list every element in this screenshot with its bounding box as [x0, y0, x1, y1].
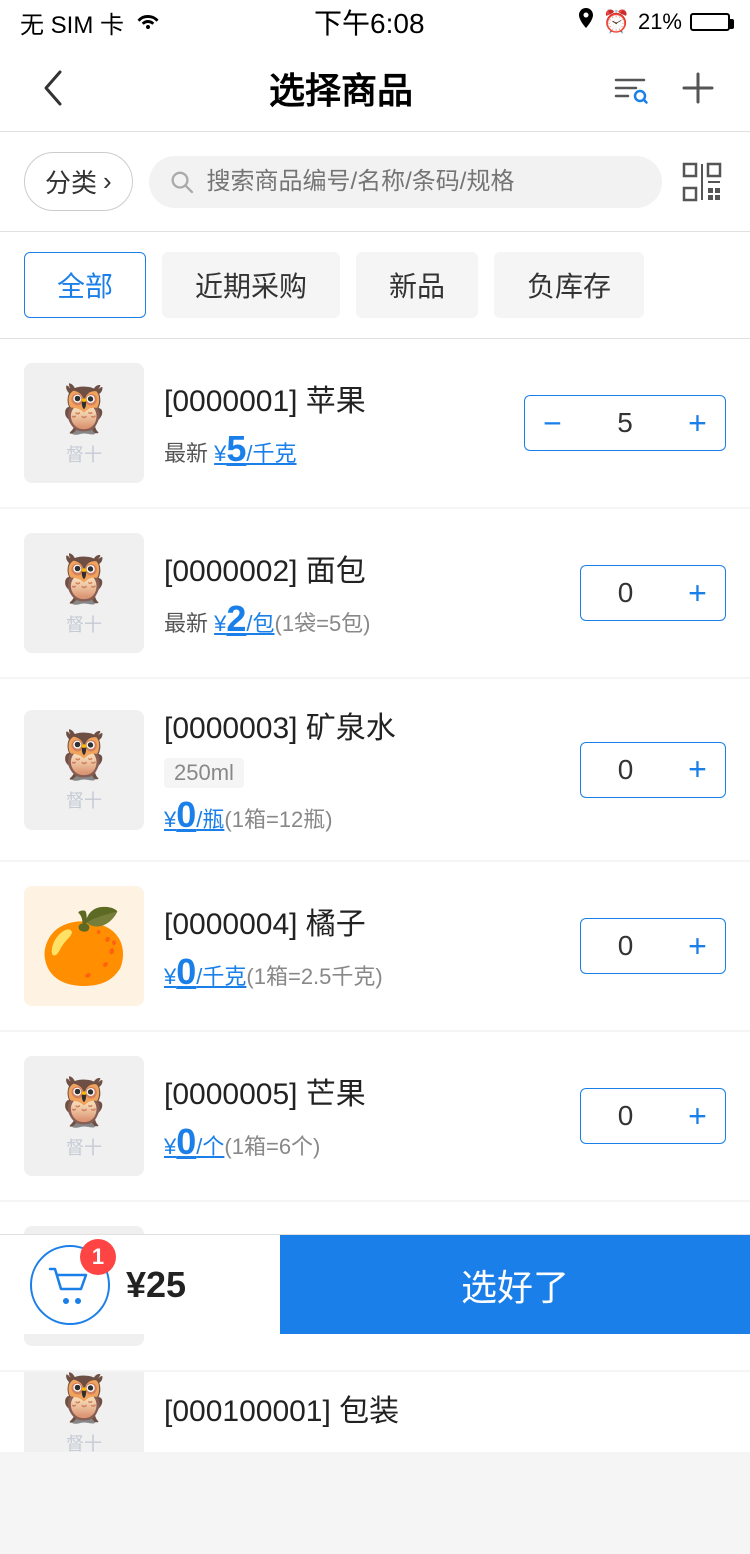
owl-text: 督十 — [66, 611, 102, 637]
confirm-button[interactable]: 选好了 — [280, 1235, 750, 1334]
product-controls-0000004: + — [580, 918, 726, 974]
carrier-text: 无 SIM 卡 — [20, 5, 124, 40]
product-name: [0000001] 苹果 — [164, 376, 504, 420]
search-input[interactable] — [206, 168, 642, 196]
product-price: ¥ 0 /瓶 (1箱=12瓶) — [164, 794, 560, 836]
product-image-000100001: 🦉 督十 — [24, 1372, 144, 1452]
bottom-bar: 1 ¥25 选好了 — [0, 1234, 750, 1334]
cart-badge: 1 — [80, 1239, 116, 1275]
status-bar: 无 SIM 卡 下午6:08 ⏰ 21% — [0, 0, 750, 44]
product-name: [0000003] 矿泉水 — [164, 703, 560, 747]
status-left: 无 SIM 卡 — [20, 5, 162, 40]
product-info-0000005: [0000005] 芒果 ¥ 0 /个 (1箱=6个) — [164, 1069, 560, 1163]
product-item-000100001: 🦉 督十 [000100001] 包装 — [0, 1372, 750, 1452]
tab-all[interactable]: 全部 — [24, 252, 146, 318]
qty-plus-button[interactable]: + — [670, 918, 726, 974]
product-image-0000004: 🍊 — [24, 886, 144, 1006]
owl-icon: 🦉 — [54, 726, 114, 783]
tab-new[interactable]: 新品 — [356, 252, 478, 318]
owl-icon: 🦉 — [54, 380, 114, 437]
qty-plus-button[interactable]: + — [670, 565, 726, 621]
product-image-0000002: 🦉 督十 — [24, 533, 144, 653]
product-image-0000001: 🦉 督十 — [24, 363, 144, 483]
product-controls-0000002: + — [580, 565, 726, 621]
page-title: 选择商品 — [269, 62, 413, 114]
product-spec: 250ml — [164, 758, 244, 788]
add-button[interactable] — [676, 66, 720, 110]
product-name: [000100001] 包装 — [164, 1386, 726, 1430]
qty-input[interactable] — [580, 1088, 670, 1144]
alarm-icon: ⏰ — [603, 9, 630, 35]
product-info-0000003: [0000003] 矿泉水 250ml ¥ 0 /瓶 (1箱=12瓶) — [164, 703, 560, 836]
location-icon — [577, 8, 595, 36]
product-controls-0000003: + — [580, 742, 726, 798]
category-chevron-icon: › — [103, 166, 112, 197]
battery-icon — [690, 13, 730, 31]
product-controls-0000001: − + — [524, 395, 726, 451]
product-name: [0000002] 面包 — [164, 546, 560, 590]
qty-plus-button[interactable]: + — [670, 1088, 726, 1144]
qty-input[interactable] — [580, 395, 670, 451]
status-time: 下午6:08 — [314, 2, 425, 42]
product-name: [0000004] 橘子 — [164, 899, 560, 943]
wifi-icon — [134, 8, 162, 36]
product-price: ¥ 0 /个 (1箱=6个) — [164, 1121, 560, 1163]
cart-section: 1 ¥25 — [0, 1245, 280, 1325]
product-price: ¥ 0 /千克 (1箱=2.5千克) — [164, 951, 560, 993]
tab-negative[interactable]: 负库存 — [494, 252, 644, 318]
product-item-0000001: 🦉 督十 [0000001] 苹果 最新 ¥ 5 /千克 − + — [0, 339, 750, 507]
filter-button[interactable] — [608, 66, 652, 110]
owl-text: 督十 — [66, 787, 102, 813]
status-right: ⏰ 21% — [577, 8, 730, 36]
scan-icon — [680, 160, 724, 204]
qty-input[interactable] — [580, 918, 670, 974]
product-info-000100001: [000100001] 包装 — [164, 1386, 726, 1438]
tab-recent[interactable]: 近期采购 — [162, 252, 340, 318]
product-info-0000002: [0000002] 面包 最新 ¥ 2 /包 (1袋=5包) — [164, 546, 560, 640]
owl-icon: 🦉 — [54, 1372, 114, 1426]
product-image-0000005: 🦉 督十 — [24, 1056, 144, 1176]
nav-actions — [608, 66, 720, 110]
qty-input[interactable] — [580, 565, 670, 621]
category-button[interactable]: 分类 › — [24, 152, 133, 211]
product-item-0000002: 🦉 督十 [0000002] 面包 最新 ¥ 2 /包 (1袋=5包) + — [0, 509, 750, 677]
product-item-0000005: 🦉 督十 [0000005] 芒果 ¥ 0 /个 (1箱=6个) + — [0, 1032, 750, 1200]
category-label: 分类 — [45, 163, 97, 200]
nav-bar: 选择商品 — [0, 44, 750, 132]
qty-input[interactable] — [580, 742, 670, 798]
product-controls-0000005: + — [580, 1088, 726, 1144]
search-icon — [169, 168, 195, 196]
product-price: 最新 ¥ 2 /包 (1袋=5包) — [164, 598, 560, 640]
scan-button[interactable] — [678, 158, 726, 206]
product-item-0000003: 🦉 督十 [0000003] 矿泉水 250ml ¥ 0 /瓶 (1箱=12瓶)… — [0, 679, 750, 860]
product-image-0000003: 🦉 督十 — [24, 710, 144, 830]
product-info-0000001: [0000001] 苹果 最新 ¥ 5 /千克 — [164, 376, 504, 470]
cart-icon-button[interactable]: 1 — [30, 1245, 110, 1325]
qty-plus-button[interactable]: + — [670, 742, 726, 798]
owl-icon: 🦉 — [54, 550, 114, 607]
owl-icon: 🦉 — [54, 1073, 114, 1130]
search-box — [149, 156, 662, 208]
product-info-0000004: [0000004] 橘子 ¥ 0 /千克 (1箱=2.5千克) — [164, 899, 560, 993]
product-item-0000004: 🍊 [0000004] 橘子 ¥ 0 /千克 (1箱=2.5千克) + — [0, 862, 750, 1030]
owl-text: 督十 — [66, 1134, 102, 1160]
filter-bar: 分类 › — [0, 132, 750, 232]
owl-text: 督十 — [66, 1430, 102, 1453]
qty-plus-button[interactable]: + — [670, 395, 726, 451]
owl-text: 督十 — [66, 441, 102, 467]
qty-minus-button[interactable]: − — [524, 395, 580, 451]
product-name: [0000005] 芒果 — [164, 1069, 560, 1113]
back-button[interactable] — [30, 66, 74, 110]
cart-total: ¥25 — [126, 1264, 186, 1306]
product-price: 最新 ¥ 5 /千克 — [164, 428, 504, 470]
battery-text: 21% — [638, 9, 682, 35]
tab-bar: 全部 近期采购 新品 负库存 — [0, 232, 750, 339]
